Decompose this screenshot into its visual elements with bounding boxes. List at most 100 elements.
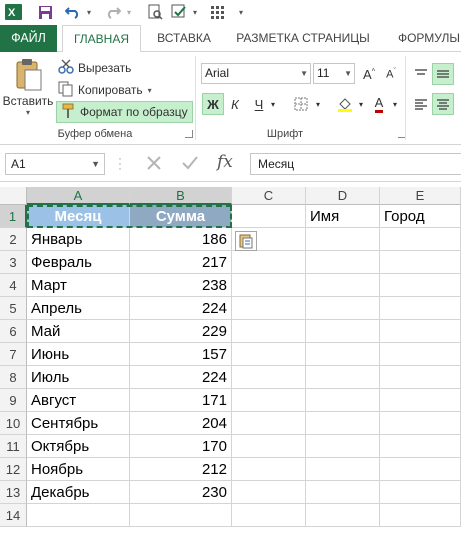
cell[interactable] <box>306 320 380 343</box>
tab-formulas[interactable]: ФОРМУЛЫ <box>390 25 461 52</box>
cancel-entry-icon[interactable] <box>144 153 166 175</box>
cell[interactable] <box>380 366 461 389</box>
cell[interactable] <box>232 297 306 320</box>
italic-button[interactable]: К <box>226 93 244 115</box>
cell[interactable] <box>380 251 461 274</box>
row-header-5[interactable]: 5 <box>0 297 27 320</box>
column-header-b[interactable]: B <box>130 187 232 205</box>
cell[interactable] <box>232 504 306 527</box>
cell[interactable] <box>306 435 380 458</box>
cell[interactable] <box>380 343 461 366</box>
cell[interactable] <box>380 412 461 435</box>
cell[interactable] <box>232 343 306 366</box>
tab-page-layout[interactable]: РАЗМЕТКА СТРАНИЦЫ <box>228 25 378 52</box>
cell[interactable] <box>380 320 461 343</box>
cell[interactable] <box>232 366 306 389</box>
table-row-month-cell[interactable]: Февраль <box>27 251 130 274</box>
cell[interactable] <box>306 481 380 504</box>
table-row-sum-cell[interactable]: 224 <box>130 297 232 320</box>
formula-input[interactable]: Месяц <box>250 153 461 175</box>
row-header-12[interactable]: 12 <box>0 458 27 481</box>
cell-a1-month-header[interactable]: Месяц <box>27 205 130 228</box>
row-header-7[interactable]: 7 <box>0 343 27 366</box>
row-header-10[interactable]: 10 <box>0 412 27 435</box>
table-row-month-cell[interactable]: Август <box>27 389 130 412</box>
cell[interactable] <box>232 274 306 297</box>
cell[interactable] <box>306 412 380 435</box>
cell[interactable] <box>130 504 232 527</box>
column-header-a[interactable]: A <box>27 187 130 205</box>
align-left-button[interactable] <box>411 93 431 115</box>
table-row-sum-cell[interactable]: 230 <box>130 481 232 504</box>
row-header-1[interactable]: 1 <box>0 205 27 228</box>
copy-button[interactable]: Копировать ▾ <box>58 80 152 100</box>
align-top-button[interactable] <box>411 63 431 85</box>
cell[interactable] <box>232 458 306 481</box>
cell[interactable] <box>306 274 380 297</box>
borders-dropdown-icon[interactable]: ▾ <box>313 93 323 115</box>
cell-e1-city-header[interactable]: Город <box>380 205 461 228</box>
table-row-sum-cell[interactable]: 204 <box>130 412 232 435</box>
insert-function-button[interactable]: fx <box>217 152 233 172</box>
table-row-month-cell[interactable]: Декабрь <box>27 481 130 504</box>
cell[interactable] <box>306 504 380 527</box>
table-row-month-cell[interactable]: Январь <box>27 228 130 251</box>
table-row-sum-cell[interactable]: 217 <box>130 251 232 274</box>
cell[interactable] <box>380 504 461 527</box>
column-header-c[interactable]: C <box>232 187 306 205</box>
table-row-sum-cell[interactable]: 157 <box>130 343 232 366</box>
paste-button[interactable]: Вставить ▾ <box>2 56 54 128</box>
table-row-sum-cell[interactable]: 212 <box>130 458 232 481</box>
table-row-month-cell[interactable]: Сентябрь <box>27 412 130 435</box>
tab-insert[interactable]: ВСТАВКА <box>148 25 220 52</box>
row-header-6[interactable]: 6 <box>0 320 27 343</box>
table-row-month-cell[interactable]: Октябрь <box>27 435 130 458</box>
cell[interactable] <box>306 343 380 366</box>
row-header-8[interactable]: 8 <box>0 366 27 389</box>
cell[interactable] <box>232 320 306 343</box>
align-center-button[interactable] <box>432 93 454 115</box>
row-header-11[interactable]: 11 <box>0 435 27 458</box>
grid-view-icon[interactable] <box>208 3 226 21</box>
row-header-14[interactable]: 14 <box>0 504 27 527</box>
table-row-sum-cell[interactable]: 186 <box>130 228 232 251</box>
cell[interactable] <box>27 504 130 527</box>
fill-color-button[interactable] <box>334 93 356 115</box>
cell[interactable] <box>380 389 461 412</box>
cell[interactable] <box>306 458 380 481</box>
print-preview-icon[interactable] <box>146 3 164 21</box>
row-header-3[interactable]: 3 <box>0 251 27 274</box>
table-row-sum-cell[interactable]: 170 <box>130 435 232 458</box>
table-row-month-cell[interactable]: Июль <box>27 366 130 389</box>
table-row-month-cell[interactable]: Март <box>27 274 130 297</box>
format-painter-button[interactable]: Формат по образцу <box>56 101 193 123</box>
table-row-sum-cell[interactable]: 224 <box>130 366 232 389</box>
table-row-month-cell[interactable]: Май <box>27 320 130 343</box>
table-row-month-cell[interactable]: Ноябрь <box>27 458 130 481</box>
cell[interactable] <box>380 274 461 297</box>
table-row-sum-cell[interactable]: 171 <box>130 389 232 412</box>
font-color-button[interactable]: A <box>370 93 388 115</box>
table-row-month-cell[interactable]: Июнь <box>27 343 130 366</box>
table-row-sum-cell[interactable]: 238 <box>130 274 232 297</box>
cell[interactable] <box>232 412 306 435</box>
cell-d1-name-header[interactable]: Имя <box>306 205 380 228</box>
undo-dropdown-icon[interactable]: ▾ <box>84 3 94 21</box>
row-header-13[interactable]: 13 <box>0 481 27 504</box>
cell[interactable] <box>380 297 461 320</box>
align-middle-button[interactable] <box>432 63 454 85</box>
cell[interactable] <box>232 205 306 228</box>
cell[interactable] <box>306 251 380 274</box>
cell[interactable] <box>232 481 306 504</box>
bold-button[interactable]: Ж <box>202 93 224 115</box>
name-box[interactable]: A1 ▼ <box>5 153 105 175</box>
table-row-sum-cell[interactable]: 229 <box>130 320 232 343</box>
row-header-4[interactable]: 4 <box>0 274 27 297</box>
cell[interactable] <box>232 435 306 458</box>
confirm-entry-icon[interactable] <box>180 153 202 175</box>
cell[interactable] <box>380 228 461 251</box>
cell-b1-sum-header[interactable]: Сумма <box>130 205 232 228</box>
row-header-2[interactable]: 2 <box>0 228 27 251</box>
cell[interactable] <box>380 481 461 504</box>
cell[interactable] <box>306 297 380 320</box>
